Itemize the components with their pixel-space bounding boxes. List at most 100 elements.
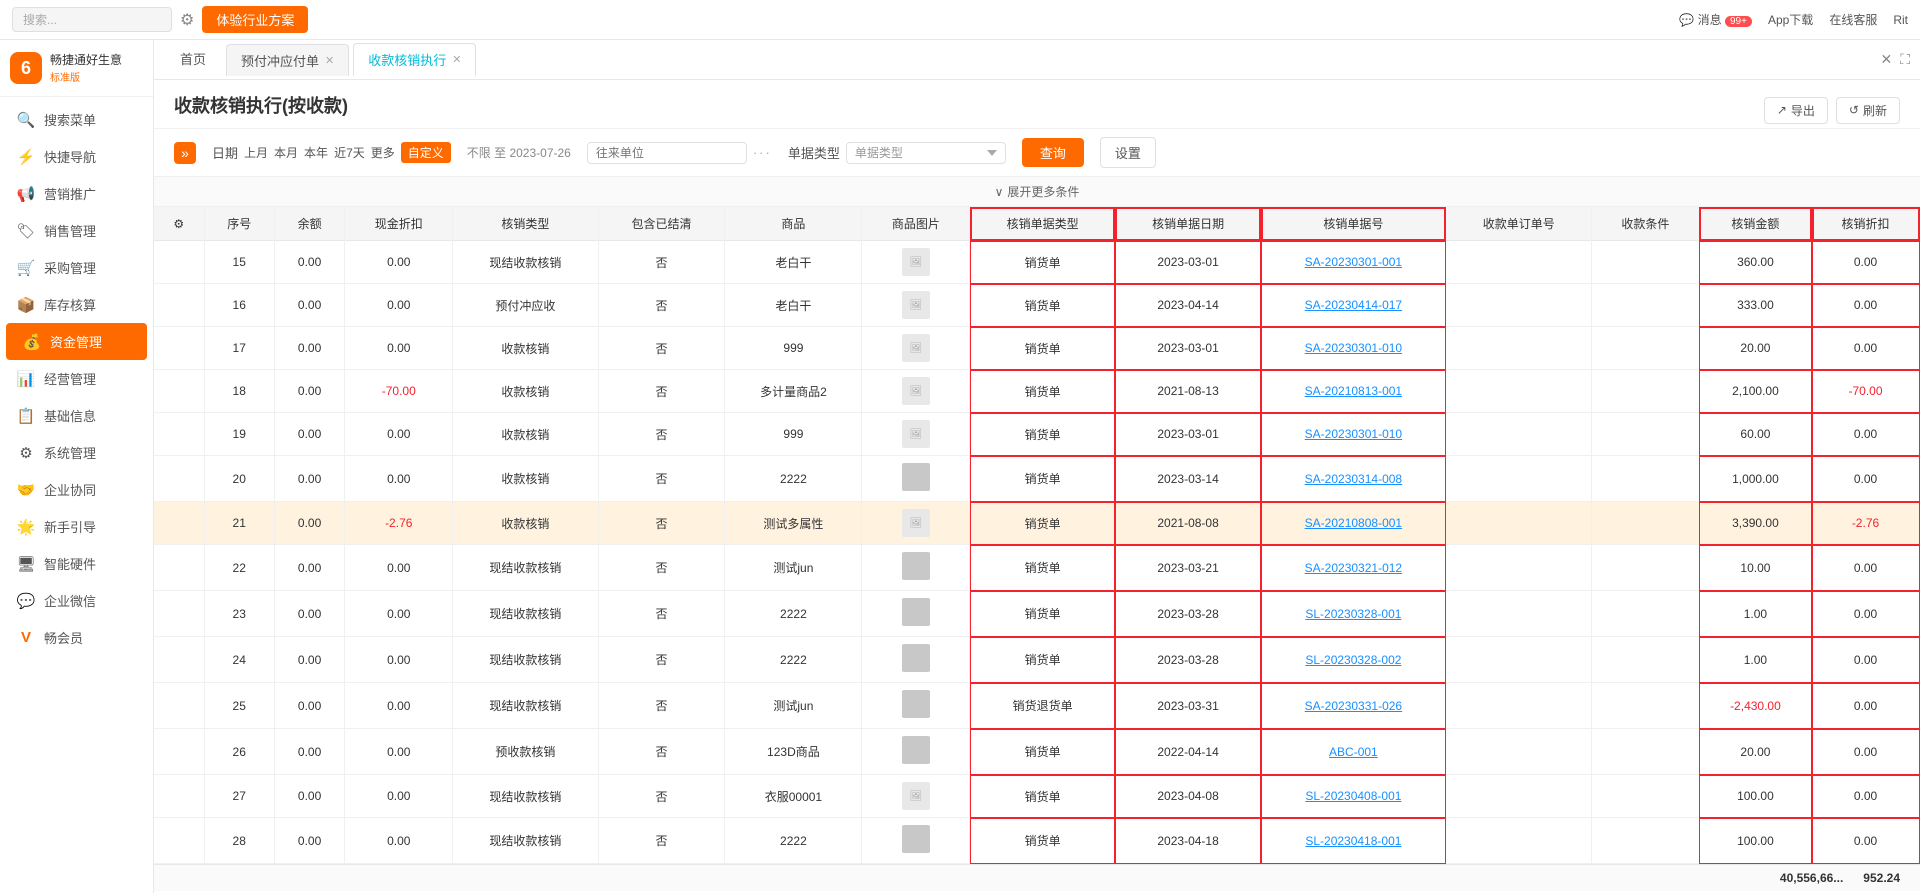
date-custom[interactable]: 自定义 bbox=[401, 142, 451, 163]
source-unit-input[interactable] bbox=[587, 142, 747, 164]
td-included-settled: 否 bbox=[598, 284, 725, 327]
tab-close-all-icon[interactable]: ✕ bbox=[1880, 51, 1892, 68]
td-bill-no[interactable]: SA-20230301-010 bbox=[1261, 413, 1446, 456]
tab-collection-label: 收款核销执行 bbox=[368, 50, 446, 69]
td-balance: 0.00 bbox=[274, 241, 344, 284]
gear-icon[interactable]: ⚙ bbox=[180, 10, 194, 30]
expand-label: 展开更多条件 bbox=[1007, 183, 1079, 200]
sidebar-item-label: 企业微信 bbox=[44, 591, 96, 610]
td-product: 老白干 bbox=[725, 284, 862, 327]
td-product-img bbox=[862, 683, 970, 729]
td-bill-no[interactable]: SA-20230301-001 bbox=[1261, 241, 1446, 284]
td-product: 衣服00001 bbox=[725, 775, 862, 818]
td-bill-no[interactable]: SA-20230414-017 bbox=[1261, 284, 1446, 327]
online-service-btn[interactable]: 在线客服 bbox=[1829, 11, 1877, 28]
tab-prepay[interactable]: 预付冲应付单 ✕ bbox=[226, 44, 349, 76]
td-cash-discount: 0.00 bbox=[345, 775, 453, 818]
date-more[interactable]: 更多 bbox=[371, 144, 395, 161]
td-bill-no[interactable]: SL-20230418-001 bbox=[1261, 818, 1446, 864]
td-bill-date: 2021-08-08 bbox=[1115, 502, 1260, 545]
td-bill-date: 2023-03-01 bbox=[1115, 241, 1260, 284]
table-row: 24 0.00 0.00 现结收款核销 否 2222 销货单 2023-03-2… bbox=[154, 637, 1920, 683]
td-collection-order-no bbox=[1446, 729, 1591, 775]
tab-prepay-close[interactable]: ✕ bbox=[325, 54, 334, 67]
query-button[interactable]: 查询 bbox=[1022, 138, 1084, 167]
td-verify-discount: 0.00 bbox=[1812, 775, 1920, 818]
td-bill-no[interactable]: SL-20230408-001 bbox=[1261, 775, 1446, 818]
sidebar-item-system[interactable]: ⚙ 系统管理 bbox=[0, 434, 153, 471]
td-bill-no[interactable]: SA-20230314-008 bbox=[1261, 456, 1446, 502]
td-verify-amount: 1.00 bbox=[1699, 591, 1811, 637]
messages-btn[interactable]: 💬 消息 99+ bbox=[1679, 11, 1752, 28]
td-bill-no[interactable]: SL-20230328-002 bbox=[1261, 637, 1446, 683]
tab-collection-close[interactable]: ✕ bbox=[452, 53, 461, 66]
td-included-settled: 否 bbox=[598, 591, 725, 637]
app-download-btn[interactable]: App下载 bbox=[1768, 11, 1813, 28]
td-settings bbox=[154, 775, 204, 818]
date-last-month[interactable]: 上月 bbox=[244, 144, 268, 161]
sidebar-item-wechat[interactable]: 💬 企业微信 bbox=[0, 582, 153, 619]
td-bill-no[interactable]: SA-20210808-001 bbox=[1261, 502, 1446, 545]
sidebar-item-sales[interactable]: 🏷 销售管理 bbox=[0, 212, 153, 249]
tab-expand-icon[interactable]: ⛶ bbox=[1900, 51, 1910, 68]
sidebar-item-member[interactable]: V 畅会员 bbox=[0, 619, 153, 656]
sidebar-item-purchase[interactable]: 🛒 采购管理 bbox=[0, 249, 153, 286]
td-bill-type: 销货单 bbox=[970, 591, 1115, 637]
sidebar-nav: 🔍 搜索菜单 ⚡ 快捷导航 📢 营销推广 🏷 销售管理 🛒 采购管理 📦 bbox=[0, 97, 153, 893]
td-bill-no[interactable]: SA-20230301-010 bbox=[1261, 327, 1446, 370]
td-bill-no[interactable]: SA-20230331-026 bbox=[1261, 683, 1446, 729]
td-collection-order-no bbox=[1446, 502, 1591, 545]
settings-button[interactable]: 设置 bbox=[1100, 137, 1156, 168]
td-product: 测试多属性 bbox=[725, 502, 862, 545]
td-collection-condition bbox=[1591, 241, 1699, 284]
sidebar-item-search[interactable]: 🔍 搜索菜单 bbox=[0, 101, 153, 138]
sidebar-item-finance[interactable]: 💰 资金管理 bbox=[6, 323, 147, 360]
sidebar-item-quicknav[interactable]: ⚡ 快捷导航 bbox=[0, 138, 153, 175]
top-bar-search[interactable]: 搜索... bbox=[12, 7, 172, 32]
table-row: 17 0.00 0.00 收款核销 否 999 🖼 销货单 2023-03-01… bbox=[154, 327, 1920, 370]
td-cash-discount: 0.00 bbox=[345, 637, 453, 683]
date-this-year[interactable]: 本年 bbox=[304, 144, 328, 161]
td-no: 17 bbox=[204, 327, 274, 370]
td-cash-discount: -2.76 bbox=[345, 502, 453, 545]
td-product-img: 🖼 bbox=[862, 284, 970, 327]
td-verify-amount: 3,390.00 bbox=[1699, 502, 1811, 545]
td-balance: 0.00 bbox=[274, 775, 344, 818]
date-this-month[interactable]: 本月 bbox=[274, 144, 298, 161]
sidebar-item-inventory[interactable]: 📦 库存核算 bbox=[0, 286, 153, 323]
date-7days[interactable]: 近7天 bbox=[334, 144, 365, 161]
th-settings[interactable]: ⚙ bbox=[154, 207, 204, 241]
table-row: 25 0.00 0.00 现结收款核销 否 测试jun 销货退货单 2023-0… bbox=[154, 683, 1920, 729]
sidebar-item-hardware[interactable]: 🖥 智能硬件 bbox=[0, 545, 153, 582]
td-settings bbox=[154, 683, 204, 729]
sidebar-item-basics[interactable]: 📋 基础信息 bbox=[0, 397, 153, 434]
table-row: 16 0.00 0.00 预付冲应收 否 老白干 🖼 销货单 2023-04-1… bbox=[154, 284, 1920, 327]
refresh-button[interactable]: ↺ 刷新 bbox=[1836, 97, 1900, 124]
td-bill-no[interactable]: SA-20230321-012 bbox=[1261, 545, 1446, 591]
td-verify-type: 现结收款核销 bbox=[453, 683, 598, 729]
bill-type-select[interactable]: 单据类型 bbox=[846, 142, 1006, 164]
td-verify-amount: 20.00 bbox=[1699, 729, 1811, 775]
td-cash-discount: 0.00 bbox=[345, 413, 453, 456]
filter-arrow-button[interactable]: » bbox=[174, 142, 196, 164]
table-wrapper[interactable]: ⚙ 序号 余额 现金折扣 核销类型 包含已结清 商品 商品图片 核销单据类型 核… bbox=[154, 207, 1920, 893]
td-bill-no[interactable]: SA-20210813-001 bbox=[1261, 370, 1446, 413]
industry-btn[interactable]: 体验行业方案 bbox=[202, 6, 308, 33]
td-bill-type: 销货单 bbox=[970, 637, 1115, 683]
td-collection-condition bbox=[1591, 370, 1699, 413]
sidebar-item-operations[interactable]: 📊 经营管理 bbox=[0, 360, 153, 397]
td-bill-no[interactable]: ABC-001 bbox=[1261, 729, 1446, 775]
td-bill-no[interactable]: SL-20230328-001 bbox=[1261, 591, 1446, 637]
sidebar-item-guide[interactable]: 🌟 新手引导 bbox=[0, 508, 153, 545]
sidebar-item-marketing[interactable]: 📢 营销推广 bbox=[0, 175, 153, 212]
expand-button[interactable]: ∨ 展开更多条件 bbox=[995, 183, 1080, 200]
export-button[interactable]: ↗ 导出 bbox=[1764, 97, 1828, 124]
footer-total-amount: 40,556,66... bbox=[1780, 871, 1843, 885]
th-collection-condition: 收款条件 bbox=[1591, 207, 1699, 241]
sidebar-item-label: 快捷导航 bbox=[44, 147, 96, 166]
td-balance: 0.00 bbox=[274, 637, 344, 683]
tab-collection[interactable]: 收款核销执行 ✕ bbox=[353, 43, 476, 77]
td-collection-condition bbox=[1591, 413, 1699, 456]
sidebar-item-enterprise[interactable]: 🤝 企业协同 bbox=[0, 471, 153, 508]
tab-home[interactable]: 首页 bbox=[164, 43, 222, 76]
